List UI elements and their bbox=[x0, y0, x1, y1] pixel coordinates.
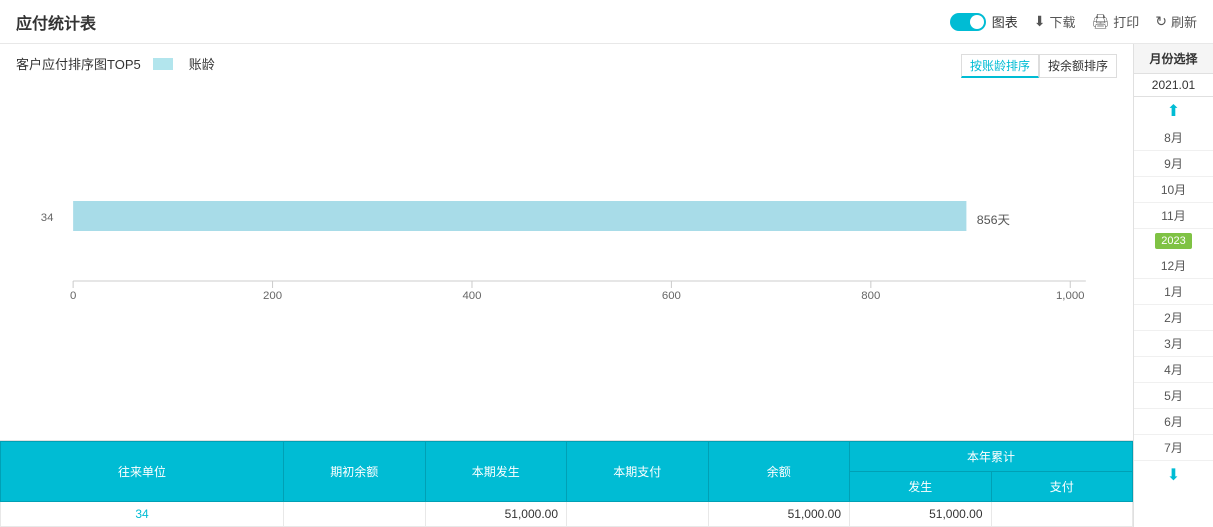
month-item[interactable]: 8月 bbox=[1134, 125, 1213, 151]
month-item[interactable]: 3月 bbox=[1134, 331, 1213, 357]
month-item[interactable]: 9月 bbox=[1134, 151, 1213, 177]
bar-chart: 34 856天 0 200 400 600 800 1,000 bbox=[16, 81, 1117, 351]
page-title: 应付统计表 bbox=[16, 10, 96, 34]
table-section: 往来单位 期初余额 本期发生 本期支付 余额 本年累计 发生 支付 bbox=[0, 440, 1133, 527]
col-current-pay: 本期支付 bbox=[567, 442, 709, 502]
header-actions: 图表 ⬇ 下载 🖨 打印 ↻ 刷新 bbox=[950, 12, 1197, 31]
svg-text:34: 34 bbox=[41, 212, 54, 224]
print-icon: 🖨 bbox=[1091, 13, 1109, 30]
month-item[interactable]: 11月 bbox=[1134, 203, 1213, 229]
cell-opening bbox=[284, 502, 426, 527]
print-button[interactable]: 🖨 打印 bbox=[1091, 12, 1139, 31]
download-button[interactable]: ⬇ 下载 bbox=[1034, 12, 1076, 31]
header: 应付统计表 图表 ⬇ 下载 🖨 打印 ↻ 刷新 bbox=[0, 0, 1213, 44]
cell-balance: 51,000.00 bbox=[708, 502, 850, 527]
chart-toggle[interactable] bbox=[950, 13, 986, 31]
year-marker: 2023 bbox=[1134, 229, 1213, 253]
year-marker-label: 2023 bbox=[1155, 233, 1191, 249]
col-current-occur: 本期发生 bbox=[425, 442, 567, 502]
toggle-knob bbox=[970, 15, 984, 29]
month-list: 8月9月10月11月 2023 12月1月2月3月4月5月6月7月 bbox=[1134, 125, 1213, 461]
scroll-down-arrow[interactable]: ⬇ bbox=[1134, 461, 1213, 489]
sidebar: 月份选择 2021.01 ⬆ 8月9月10月11月 2023 12月1月2月3月4月… bbox=[1133, 44, 1213, 527]
unit-link[interactable]: 34 bbox=[135, 507, 148, 521]
chart-wrapper: 34 856天 0 200 400 600 800 1,000 bbox=[16, 81, 1117, 361]
svg-text:400: 400 bbox=[462, 290, 481, 302]
sidebar-scroll[interactable]: ⬆ 8月9月10月11月 2023 12月1月2月3月4月5月6月7月 ⬇ bbox=[1134, 97, 1213, 527]
legend-color-label: 账龄 bbox=[189, 54, 215, 73]
svg-text:0: 0 bbox=[70, 290, 76, 302]
cell-current-pay bbox=[567, 502, 709, 527]
table-row: 34 51,000.00 51,000.00 51,000.00 bbox=[1, 502, 1133, 527]
main-content: 客户应付排序图TOP5 账龄 按账龄排序 按余额排序 34 bbox=[0, 44, 1213, 527]
legend-color-swatch bbox=[153, 58, 173, 70]
col-ytd-occur: 发生 bbox=[850, 472, 992, 502]
month-item[interactable]: 7月 bbox=[1134, 435, 1213, 461]
chart-section: 客户应付排序图TOP5 账龄 按账龄排序 按余额排序 34 bbox=[0, 44, 1133, 440]
svg-text:856天: 856天 bbox=[977, 213, 1010, 227]
svg-text:600: 600 bbox=[662, 290, 681, 302]
refresh-button[interactable]: ↻ 刷新 bbox=[1155, 12, 1197, 31]
month-item[interactable]: 4月 bbox=[1134, 357, 1213, 383]
col-ytd-group: 本年累计 bbox=[850, 442, 1133, 472]
sidebar-year-value[interactable]: 2021.01 bbox=[1134, 74, 1213, 97]
month-item[interactable]: 2月 bbox=[1134, 305, 1213, 331]
sidebar-title: 月份选择 bbox=[1134, 44, 1213, 74]
download-icon: ⬇ bbox=[1034, 13, 1046, 30]
chart-toggle-wrap: 图表 bbox=[950, 12, 1018, 31]
data-table: 往来单位 期初余额 本期发生 本期支付 余额 本年累计 发生 支付 bbox=[0, 441, 1133, 527]
col-ytd-pay: 支付 bbox=[991, 472, 1133, 502]
month-item[interactable]: 1月 bbox=[1134, 279, 1213, 305]
month-item[interactable]: 6月 bbox=[1134, 409, 1213, 435]
month-item[interactable]: 5月 bbox=[1134, 383, 1213, 409]
sort-by-amount-button[interactable]: 按账龄排序 bbox=[961, 54, 1039, 78]
svg-text:800: 800 bbox=[861, 290, 880, 302]
month-item[interactable]: 12月 bbox=[1134, 253, 1213, 279]
sort-buttons: 按账龄排序 按余额排序 bbox=[961, 54, 1117, 78]
refresh-icon: ↻ bbox=[1155, 13, 1167, 30]
cell-unit: 34 bbox=[1, 502, 284, 527]
svg-text:1,000: 1,000 bbox=[1056, 290, 1085, 302]
cell-ytd-occur: 51,000.00 bbox=[850, 502, 992, 527]
legend-title: 客户应付排序图TOP5 bbox=[16, 54, 141, 73]
sort-by-balance-button[interactable]: 按余额排序 bbox=[1039, 54, 1117, 78]
col-balance: 余额 bbox=[708, 442, 850, 502]
cell-ytd-pay bbox=[991, 502, 1133, 527]
col-opening: 期初余额 bbox=[284, 442, 426, 502]
toggle-label: 图表 bbox=[992, 12, 1018, 31]
month-item[interactable]: 10月 bbox=[1134, 177, 1213, 203]
cell-current-occur: 51,000.00 bbox=[425, 502, 567, 527]
svg-text:200: 200 bbox=[263, 290, 282, 302]
chart-area: 客户应付排序图TOP5 账龄 按账龄排序 按余额排序 34 bbox=[0, 44, 1133, 527]
chart-legend: 客户应付排序图TOP5 账龄 bbox=[16, 54, 1117, 73]
chart-bar bbox=[73, 201, 966, 231]
scroll-up-arrow[interactable]: ⬆ bbox=[1134, 97, 1213, 125]
col-unit: 往来单位 bbox=[1, 442, 284, 502]
